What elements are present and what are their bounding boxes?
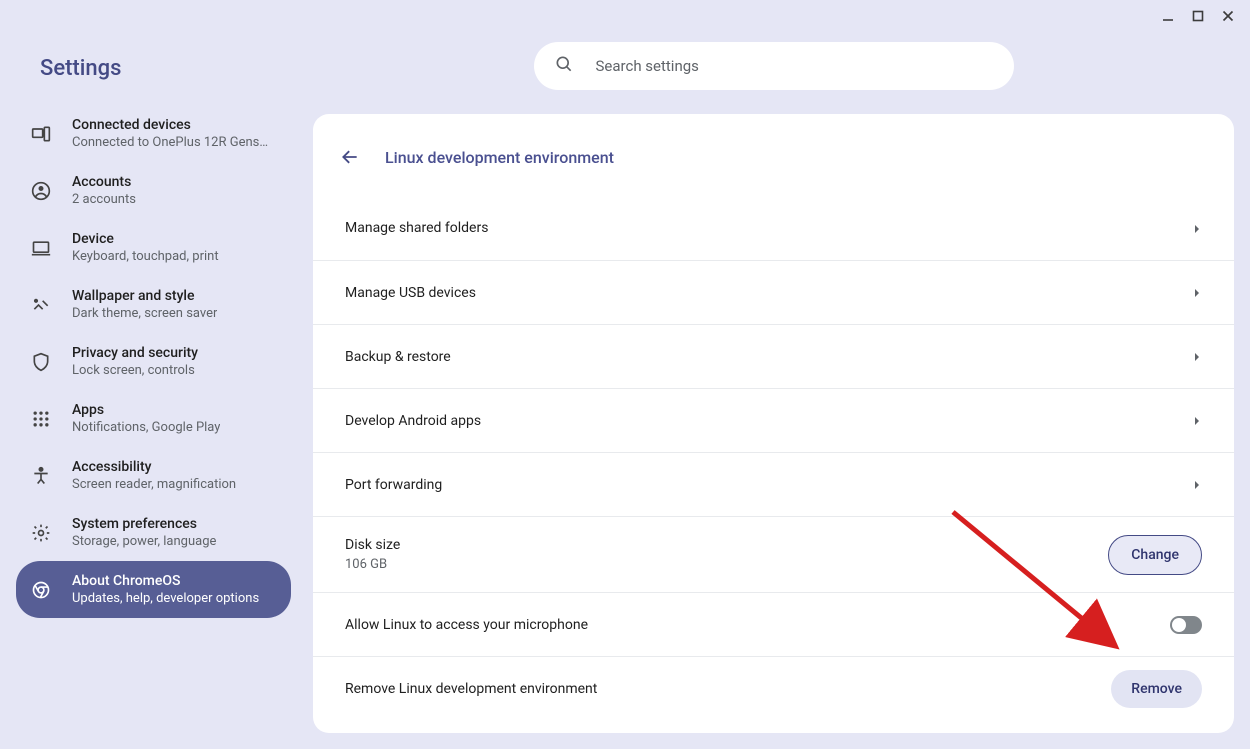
sidebar-item-accessibility[interactable]: Accessibility Screen reader, magnificati…: [16, 447, 291, 504]
chevron-right-icon: [1192, 475, 1202, 494]
sidebar-item-apps[interactable]: Apps Notifications, Google Play: [16, 390, 291, 447]
nav-sub: Updates, help, developer options: [72, 591, 259, 606]
nav-sub: 2 accounts: [72, 192, 136, 207]
window-minimize-button[interactable]: [1154, 2, 1182, 30]
chevron-right-icon: [1192, 283, 1202, 302]
nav-label: Wallpaper and style: [72, 288, 217, 304]
row-title: Manage USB devices: [345, 285, 476, 301]
accessibility-icon: [30, 465, 52, 487]
row-manage-usb-devices[interactable]: Manage USB devices: [313, 260, 1234, 324]
chrome-icon: [30, 579, 52, 601]
row-title: Backup & restore: [345, 349, 451, 365]
row-backup-restore[interactable]: Backup & restore: [313, 324, 1234, 388]
nav-sub: Dark theme, screen saver: [72, 306, 217, 321]
devices-icon: [30, 123, 52, 145]
row-manage-shared-folders[interactable]: Manage shared folders: [313, 196, 1234, 260]
nav-sub: Notifications, Google Play: [72, 420, 220, 435]
nav-sub: Connected to OnePlus 12R Gens…: [72, 135, 268, 150]
row-disk-size: Disk size 106 GB Change: [313, 516, 1234, 592]
window-titlebar: [0, 0, 1250, 32]
sidebar: Settings Connected devices Connected to …: [0, 32, 313, 749]
shield-icon: [30, 351, 52, 373]
chevron-right-icon: [1192, 411, 1202, 430]
row-title: Manage shared folders: [345, 220, 488, 236]
sidebar-item-accounts[interactable]: Accounts 2 accounts: [16, 162, 291, 219]
palette-icon: [30, 294, 52, 316]
nav-label: System preferences: [72, 516, 216, 532]
nav-label: Device: [72, 231, 219, 247]
main-column: Linux development environment Manage sha…: [313, 32, 1250, 749]
sidebar-item-wallpaper[interactable]: Wallpaper and style Dark theme, screen s…: [16, 276, 291, 333]
row-title: Allow Linux to access your microphone: [345, 617, 588, 633]
sidebar-item-about-chromeos[interactable]: About ChromeOS Updates, help, developer …: [16, 561, 291, 618]
window-maximize-button[interactable]: [1184, 2, 1212, 30]
nav-sub: Lock screen, controls: [72, 363, 198, 378]
search-box[interactable]: [534, 42, 1014, 90]
page-title: Linux development environment: [385, 148, 614, 167]
remove-linux-button[interactable]: Remove: [1111, 670, 1202, 708]
sidebar-item-connected-devices[interactable]: Connected devices Connected to OnePlus 1…: [16, 105, 291, 162]
microphone-toggle[interactable]: [1170, 616, 1202, 634]
search-icon: [554, 54, 574, 78]
sidebar-item-privacy[interactable]: Privacy and security Lock screen, contro…: [16, 333, 291, 390]
row-title: Disk size: [345, 537, 400, 553]
row-remove-linux: Remove Linux development environment Rem…: [313, 656, 1234, 720]
account-icon: [30, 180, 52, 202]
row-title: Remove Linux development environment: [345, 681, 597, 697]
nav-label: About ChromeOS: [72, 573, 259, 589]
settings-card: Linux development environment Manage sha…: [313, 114, 1234, 733]
app-title: Settings: [16, 42, 291, 105]
sidebar-item-system-preferences[interactable]: System preferences Storage, power, langu…: [16, 504, 291, 561]
apps-grid-icon: [30, 408, 52, 430]
row-port-forwarding[interactable]: Port forwarding: [313, 452, 1234, 516]
laptop-icon: [30, 237, 52, 259]
nav-sub: Screen reader, magnification: [72, 477, 236, 492]
row-develop-android-apps[interactable]: Develop Android apps: [313, 388, 1234, 452]
nav-label: Accounts: [72, 174, 136, 190]
row-title: Port forwarding: [345, 477, 442, 493]
nav-label: Apps: [72, 402, 220, 418]
change-disk-size-button[interactable]: Change: [1108, 535, 1202, 575]
nav-label: Connected devices: [72, 117, 268, 133]
search-input[interactable]: [596, 57, 994, 75]
window-close-button[interactable]: [1214, 2, 1242, 30]
nav-label: Accessibility: [72, 459, 236, 475]
back-button[interactable]: [333, 140, 367, 174]
gear-icon: [30, 522, 52, 544]
nav-sub: Keyboard, touchpad, print: [72, 249, 219, 264]
row-microphone-access: Allow Linux to access your microphone: [313, 592, 1234, 656]
row-title: Develop Android apps: [345, 413, 481, 429]
nav-label: Privacy and security: [72, 345, 198, 361]
nav-sub: Storage, power, language: [72, 534, 216, 549]
chevron-right-icon: [1192, 347, 1202, 366]
nav-list: Connected devices Connected to OnePlus 1…: [16, 105, 291, 618]
row-sub: 106 GB: [345, 557, 400, 572]
sidebar-item-device[interactable]: Device Keyboard, touchpad, print: [16, 219, 291, 276]
chevron-right-icon: [1192, 219, 1202, 238]
